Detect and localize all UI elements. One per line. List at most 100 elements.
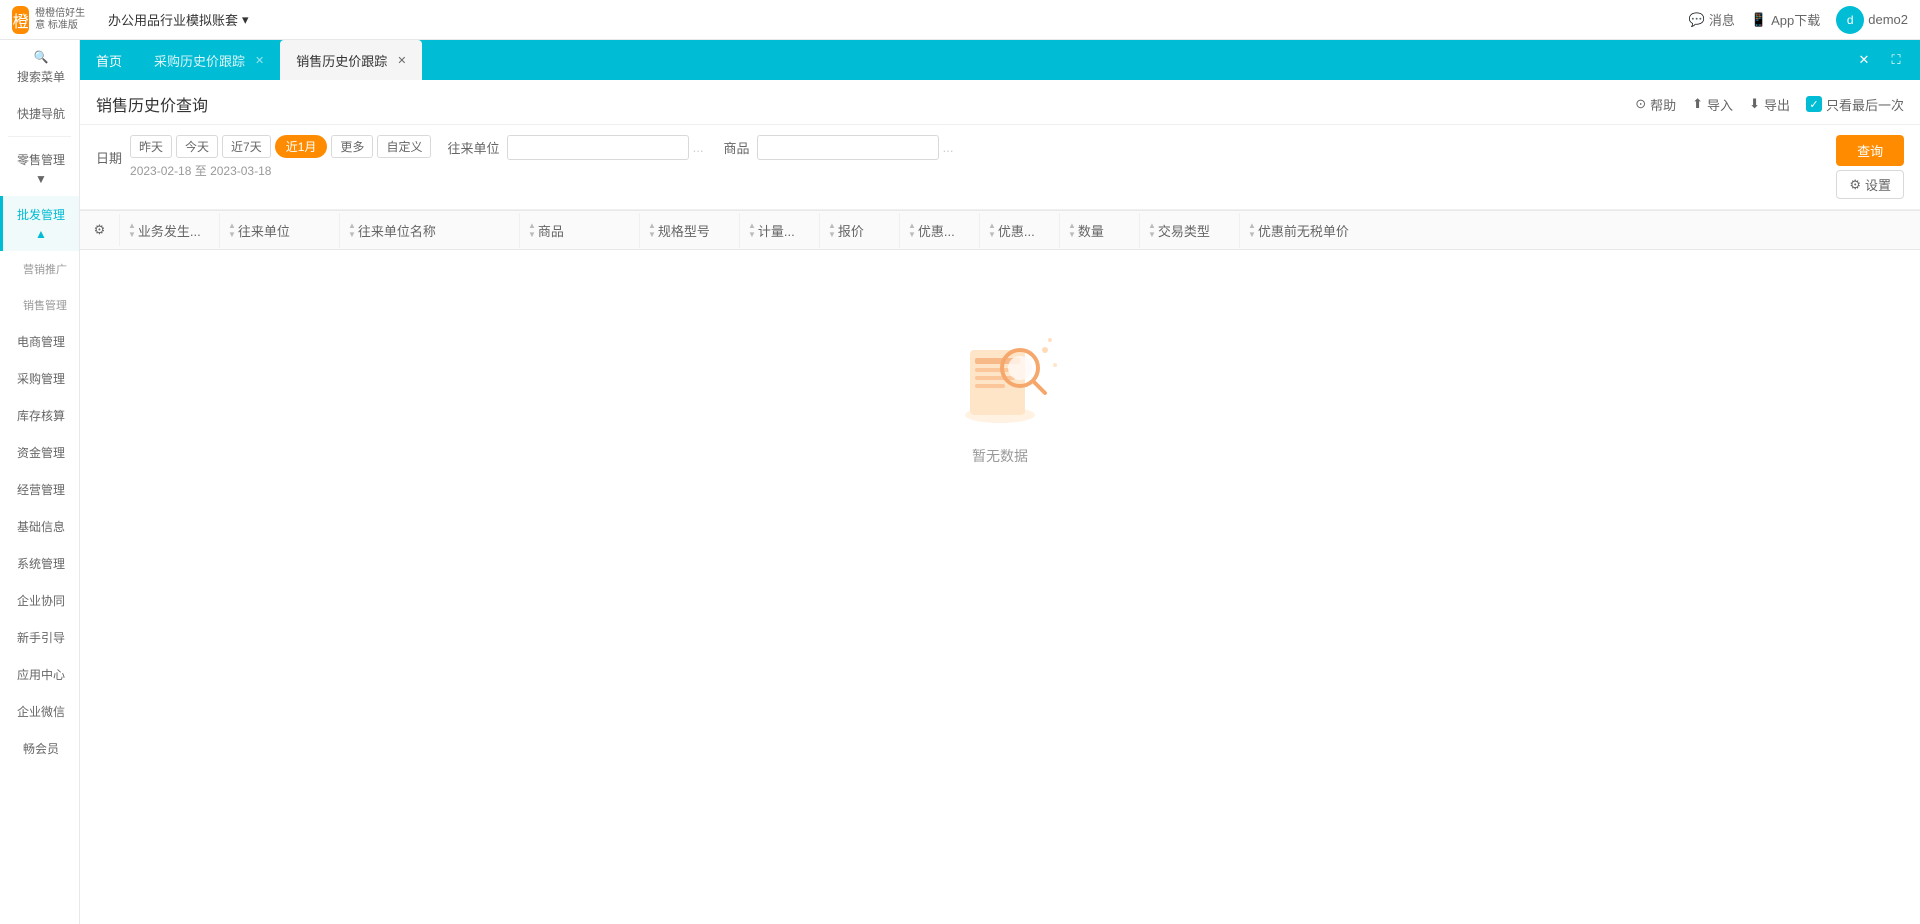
date-yesterday-btn[interactable]: 昨天: [130, 135, 172, 158]
tab-sales-history[interactable]: 销售历史价跟踪 ✕: [280, 40, 422, 80]
unit-filter-dots[interactable]: ...: [689, 140, 708, 155]
beginner-guide-label: 新手引导: [17, 629, 65, 646]
empty-state-icon: [940, 330, 1060, 430]
discount1-sort-arrows: ▲ ▼: [908, 222, 916, 239]
unit-name-sort-arrows: ▲ ▼: [348, 222, 356, 239]
sidebar-item-inventory[interactable]: 库存核算: [0, 397, 79, 434]
sidebar-item-marketing[interactable]: 营销推广: [0, 251, 79, 287]
sidebar-item-purchase[interactable]: 采购管理: [0, 360, 79, 397]
sidebar-item-basic-info[interactable]: 基础信息: [0, 508, 79, 545]
unit-filter-input[interactable]: [507, 135, 688, 160]
message-icon: 💬: [1689, 12, 1705, 28]
ecommerce-label: 电商管理: [17, 333, 65, 350]
help-action[interactable]: ⊙ 帮助: [1635, 95, 1676, 114]
col-qty-label: 数量: [1078, 221, 1104, 240]
basic-info-label: 基础信息: [17, 518, 65, 535]
tab-home[interactable]: 首页: [80, 40, 138, 80]
settings-label: 设置: [1865, 175, 1891, 194]
table-col-price[interactable]: ▲ ▼ 报价: [820, 213, 900, 248]
product-filter-input[interactable]: [757, 135, 938, 160]
enterprise-collab-label: 企业协同: [17, 592, 65, 609]
col-measure-label: 计量...: [758, 221, 795, 240]
table-col-product[interactable]: ▲ ▼ 商品: [520, 213, 640, 248]
sidebar-item-search-menu[interactable]: 🔍 搜索菜单: [0, 40, 79, 95]
tab-sales-history-close[interactable]: ✕: [397, 54, 406, 67]
table-col-date[interactable]: ▲ ▼ 业务发生...: [120, 213, 220, 248]
date-filter-col: 昨天 今天 近7天 近1月 更多 自定义 2023-02-18 至 2023-0…: [130, 135, 431, 179]
app-download-action[interactable]: 📱 App下载: [1751, 10, 1820, 29]
product-filter-dots[interactable]: ...: [939, 140, 958, 155]
sidebar-item-beginner-guide[interactable]: 新手引导: [0, 619, 79, 656]
table-col-discount1[interactable]: ▲ ▼ 优惠...: [900, 213, 980, 248]
user-avatar-area[interactable]: d demo2: [1836, 6, 1908, 34]
sidebar-item-enterprise-collab[interactable]: 企业协同: [0, 582, 79, 619]
message-action[interactable]: 💬 消息: [1689, 10, 1735, 29]
date-1month-btn[interactable]: 近1月: [275, 135, 328, 158]
table-col-trade-type[interactable]: ▲ ▼ 交易类型: [1140, 213, 1240, 248]
tab-close-all-button[interactable]: ✕: [1852, 48, 1876, 72]
col-pretax-price-label: 优惠前无税单价: [1258, 221, 1349, 240]
app-download-icon: 📱: [1751, 12, 1767, 28]
date-filter-group: 日期 昨天 今天 近7天 近1月 更多 自定义 2023-02-18 至 202…: [96, 135, 431, 179]
import-action[interactable]: ⬆ 导入: [1692, 95, 1733, 114]
tab-maximize-button[interactable]: ⛶: [1884, 48, 1908, 72]
message-label: 消息: [1709, 10, 1735, 29]
sidebar-item-operation[interactable]: 经营管理: [0, 471, 79, 508]
product-filter-group: 商品 ...: [723, 135, 957, 160]
only-last-checkbox[interactable]: ✓ 只看最后一次: [1806, 95, 1904, 114]
sidebar-item-membership[interactable]: 畅会员: [0, 730, 79, 767]
sidebar-item-system[interactable]: 系统管理: [0, 545, 79, 582]
tab-purchase-history-close[interactable]: ✕: [255, 54, 264, 67]
tab-bar-actions: ✕ ⛶: [1852, 48, 1920, 72]
sidebar: 🔍 搜索菜单 快捷导航 零售管理 ▼ 批发管理 ▲ 营销推广 销售管理 电商管理…: [0, 40, 80, 924]
unit-filter-input-wrap: ...: [507, 135, 707, 160]
date-7days-btn[interactable]: 近7天: [222, 135, 271, 158]
import-icon: ⬆: [1692, 96, 1703, 112]
date-more-btn[interactable]: 更多: [331, 135, 373, 158]
date-today-btn[interactable]: 今天: [176, 135, 218, 158]
sidebar-item-sales[interactable]: 销售管理: [0, 287, 79, 323]
table-col-qty[interactable]: ▲ ▼ 数量: [1060, 213, 1140, 248]
table-col-unit-name[interactable]: ▲ ▼ 往来单位名称: [340, 213, 520, 248]
finance-label: 资金管理: [17, 444, 65, 461]
sidebar-item-app-center[interactable]: 应用中心: [0, 656, 79, 693]
top-header: 橙 橙橙倍好生意 标准版 办公用品行业模拟账套 ▾ 💬 消息 📱 App下载 d…: [0, 0, 1920, 40]
dropdown-icon: ▾: [242, 12, 249, 28]
table-col-unit-code[interactable]: ▲ ▼ 往来单位: [220, 213, 340, 248]
date-custom-btn[interactable]: 自定义: [377, 135, 431, 158]
workspace-name: 办公用品行业模拟账套: [108, 10, 238, 29]
settings-button[interactable]: ⚙ 设置: [1836, 170, 1904, 199]
sidebar-item-wholesale[interactable]: 批发管理 ▲: [0, 196, 79, 251]
sidebar-item-enterprise-wechat[interactable]: 企业微信: [0, 693, 79, 730]
retail-arrow-icon: ▼: [35, 172, 47, 186]
date-buttons: 昨天 今天 近7天 近1月 更多 自定义: [130, 135, 431, 158]
product-filter-label: 商品: [723, 138, 749, 157]
table-col-pretax-price[interactable]: ▲ ▼ 优惠前无税单价: [1240, 213, 1920, 248]
tab-purchase-history[interactable]: 采购历史价跟踪 ✕: [138, 40, 280, 80]
header-left: 橙 橙橙倍好生意 标准版 办公用品行业模拟账套 ▾: [12, 6, 257, 34]
main-content: 销售历史价查询 ⊙ 帮助 ⬆ 导入 ⬇ 导出 ✓ 只看最后一次: [80, 80, 1920, 924]
sidebar-item-ecommerce[interactable]: 电商管理: [0, 323, 79, 360]
quick-nav-label: 快捷导航: [17, 105, 65, 122]
col-unit-code-label: 往来单位: [238, 221, 290, 240]
table-col-discount2[interactable]: ▲ ▼ 优惠...: [980, 213, 1060, 248]
export-action[interactable]: ⬇ 导出: [1749, 95, 1790, 114]
filter-area: 日期 昨天 今天 近7天 近1月 更多 自定义 2023-02-18 至 202…: [80, 125, 1920, 210]
col-unit-name-label: 往来单位名称: [358, 221, 436, 240]
table-col-spec[interactable]: ▲ ▼ 规格型号: [640, 213, 740, 248]
table-header: ⚙ ▲ ▼ 业务发生... ▲ ▼ 往来单位: [80, 210, 1920, 250]
marketing-label: 营销推广: [23, 261, 67, 277]
table-col-settings[interactable]: ⚙: [80, 214, 120, 246]
sidebar-item-quick-nav[interactable]: 快捷导航: [0, 95, 79, 132]
workspace-selector[interactable]: 办公用品行业模拟账套 ▾: [100, 6, 257, 33]
table-col-measure[interactable]: ▲ ▼ 计量...: [740, 213, 820, 248]
only-last-label: 只看最后一次: [1826, 95, 1904, 114]
export-icon: ⬇: [1749, 96, 1760, 112]
sidebar-item-finance[interactable]: 资金管理: [0, 434, 79, 471]
product-filter-input-wrap: ...: [757, 135, 957, 160]
query-button[interactable]: 查询: [1836, 135, 1904, 166]
table-area: ⚙ ▲ ▼ 业务发生... ▲ ▼ 往来单位: [80, 210, 1920, 546]
help-label: 帮助: [1650, 95, 1676, 114]
page-container: 销售历史价查询 ⊙ 帮助 ⬆ 导入 ⬇ 导出 ✓ 只看最后一次: [80, 80, 1920, 924]
sidebar-item-retail[interactable]: 零售管理 ▼: [0, 141, 79, 196]
